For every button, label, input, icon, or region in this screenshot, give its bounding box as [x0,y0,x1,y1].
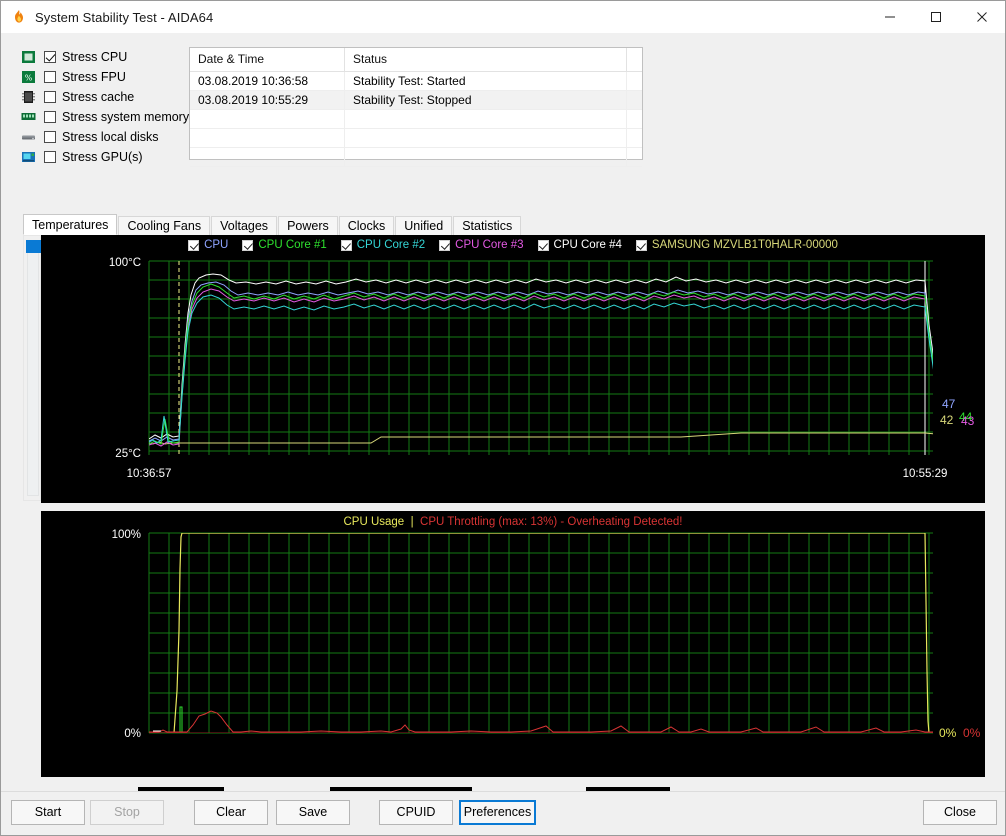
tab-voltages[interactable]: Voltages [211,216,278,235]
table-row-empty [190,148,642,167]
stress-memory-checkbox[interactable] [44,111,56,123]
temp-value-cpu: 47 [942,397,956,411]
tab-cooling-fans[interactable]: Cooling Fans [118,216,211,235]
tab-strip: Temperatures Cooling Fans Voltages Power… [23,214,983,235]
log-cell-datetime: 03.08.2019 10:36:58 [190,72,345,90]
stress-gpu-checkbox[interactable] [44,151,56,163]
table-row[interactable]: 03.08.2019 10:36:58 Stability Test: Star… [190,72,642,91]
tab-statistics[interactable]: Statistics [453,216,522,235]
stress-gpu-label: Stress GPU(s) [62,150,143,164]
temp-x-end-label: 10:55:29 [903,468,948,480]
temp-value-ssd: 42 [940,413,954,427]
usage-current-value: 0% [939,726,957,740]
stress-option-gpu[interactable]: Stress GPU(s) [21,147,186,167]
log-column-status: Status [345,48,627,71]
usage-y-bottom-label: 0% [124,728,141,740]
stress-option-cache[interactable]: Stress cache [21,87,186,107]
tab-powers[interactable]: Powers [278,216,338,235]
maximize-button[interactable] [913,2,959,33]
stress-cpu-checkbox[interactable] [44,51,56,63]
fpu-percent-icon: % [21,70,38,85]
stress-option-memory[interactable]: Stress system memory [21,107,190,127]
stress-disks-label: Stress local disks [62,130,159,144]
cpu-chip-icon [21,50,38,65]
chart-scrollbar[interactable] [23,235,42,501]
start-button[interactable]: Start [11,800,85,825]
stress-fpu-label: Stress FPU [62,70,126,84]
stress-option-disks[interactable]: Stress local disks [21,127,186,147]
close-button[interactable]: Close [923,800,997,825]
stress-option-cpu[interactable]: Stress CPU [21,47,186,67]
table-row-empty [190,129,642,148]
stress-cache-label: Stress cache [62,90,135,104]
save-button[interactable]: Save [276,800,350,825]
scrollbar-track[interactable] [26,240,42,496]
stress-fpu-checkbox[interactable] [44,71,56,83]
memory-module-icon [21,110,38,125]
cache-icon [21,90,38,105]
log-cell-datetime: 03.08.2019 10:55:29 [190,91,345,109]
tab-clocks[interactable]: Clocks [338,216,395,235]
tab-temperatures[interactable]: Temperatures [23,214,118,235]
svg-text:%: % [25,73,33,82]
temp-x-start-label: 10:36:57 [127,468,172,480]
event-log-table[interactable]: Date & Time Status 03.08.2019 10:36:58 S… [189,47,643,167]
temp-y-top-label: 100°C [109,257,141,269]
title-bar: System Stability Test - AIDA64 [1,1,1005,33]
gpu-card-icon [21,150,38,165]
throttle-current-value: 0% [963,726,981,740]
minimize-button[interactable] [867,2,913,33]
usage-y-top-label: 100% [112,529,141,541]
flame-icon [11,9,27,25]
top-area: Stress CPU % Stress FPU Stress cache Str… [1,47,1005,207]
tab-unified[interactable]: Unified [395,216,453,235]
stress-options-list: Stress CPU % Stress FPU Stress cache Str… [21,47,190,167]
close-window-button[interactable] [959,2,1005,33]
cpuid-button[interactable]: CPUID [379,800,453,825]
table-row-empty [190,110,642,129]
cpu-usage-chart[interactable]: CPU Usage | CPU Throttling (max: 13%) - … [41,511,985,777]
hard-disk-icon [21,130,38,145]
stress-option-fpu[interactable]: % Stress FPU [21,67,186,87]
window-content: Stress CPU % Stress FPU Stress cache Str… [1,33,1005,835]
log-cell-status: Stability Test: Started [345,72,627,90]
scrollbar-thumb[interactable] [26,240,42,253]
table-row[interactable]: 03.08.2019 10:55:29 Stability Test: Stop… [190,91,642,110]
charts-area: CPU CPU Core #1 CPU Core #2 CPU Core #3 [23,235,985,777]
temperature-plot: 100°C 25°C 10:36:57 10:55:29 47 42 44 43 [109,257,975,480]
preferences-button[interactable]: Preferences [459,800,536,825]
stress-cpu-label: Stress CPU [62,50,128,64]
usage-plot: 100% 0% 0% 0% [112,529,981,740]
clear-button[interactable]: Clear [194,800,268,825]
stress-cache-checkbox[interactable] [44,91,56,103]
stop-button: Stop [90,800,164,825]
log-cell-status: Stability Test: Stopped [345,91,627,109]
stability-test-window: System Stability Test - AIDA64 Stress CP… [0,0,1006,836]
temp-y-bottom-label: 25°C [115,448,141,460]
stress-disks-checkbox[interactable] [44,131,56,143]
log-header-row: Date & Time Status [190,48,642,72]
log-column-datetime: Date & Time [190,48,345,71]
temperature-chart[interactable]: CPU CPU Core #1 CPU Core #2 CPU Core #3 [41,235,985,503]
window-title: System Stability Test - AIDA64 [35,9,214,25]
button-bar: Start Stop Clear Save CPUID Preferences … [1,791,1005,835]
temp-value-core3: 43 [961,414,975,428]
stress-memory-label: Stress system memory [62,110,190,124]
